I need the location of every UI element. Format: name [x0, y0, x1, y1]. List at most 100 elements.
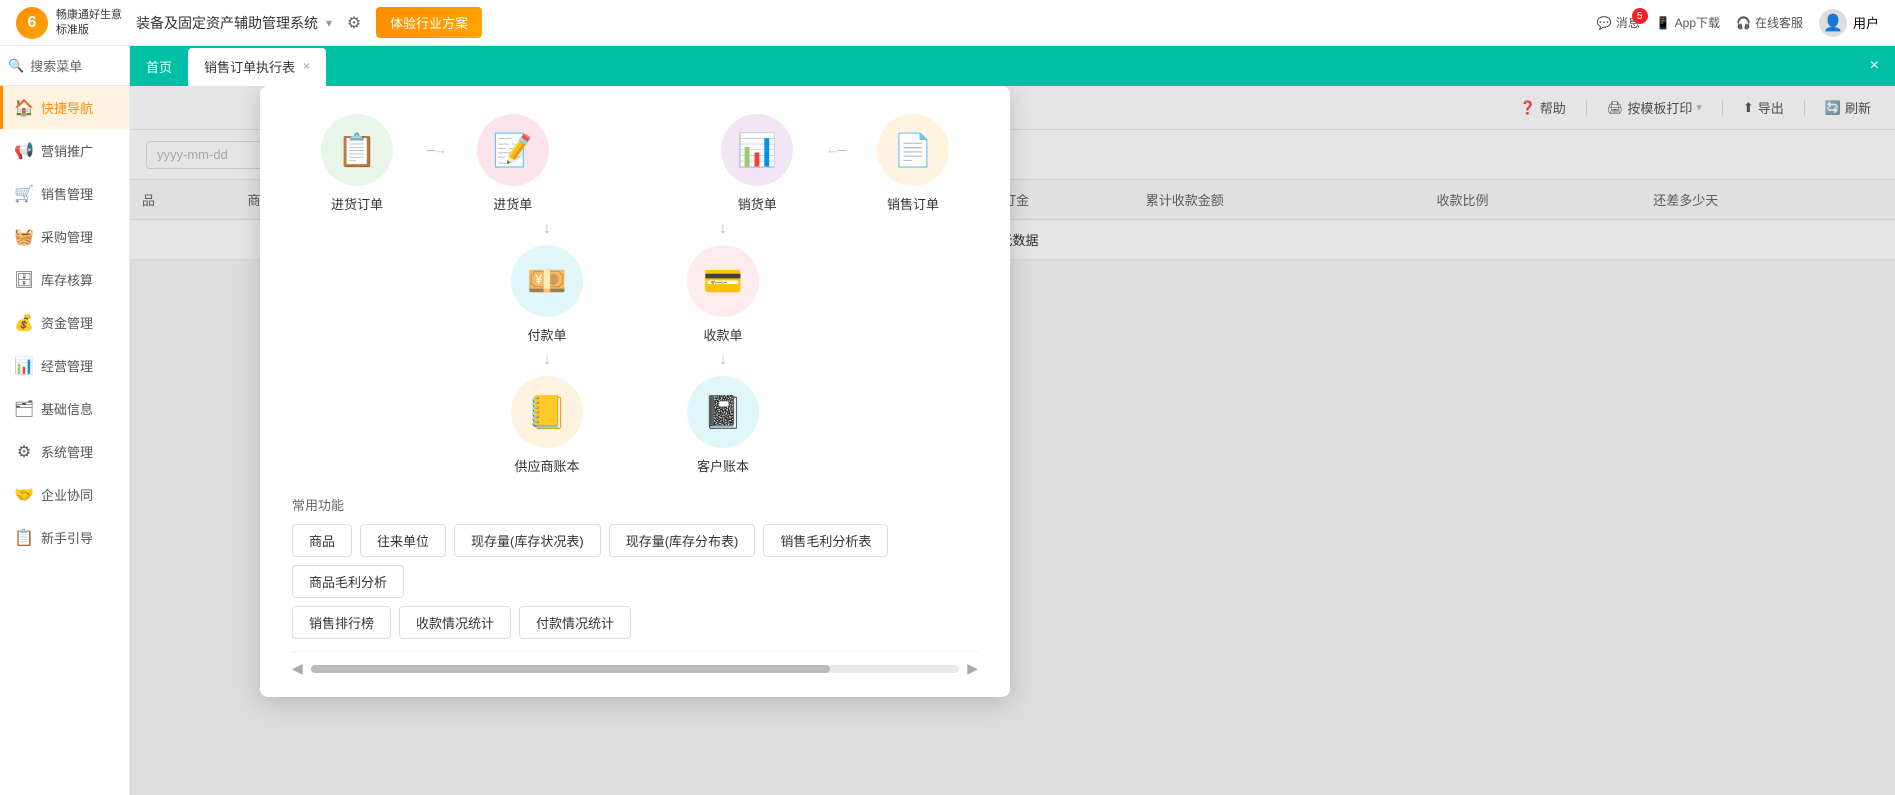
sidebar-label-operations: 经营管理: [41, 356, 93, 375]
sidebar-label-system: 系统管理: [41, 442, 93, 461]
flow-node-purchase-order[interactable]: 📋 进货订单: [292, 114, 422, 213]
user-area[interactable]: 👤 用户: [1819, 9, 1879, 37]
sidebar-item-newbie[interactable]: 📋 新手引导: [0, 516, 129, 559]
sidebar-item-purchase[interactable]: 🧺 采购管理: [0, 215, 129, 258]
common-buttons-row2: 销售排行榜 收款情况统计 付款情况统计: [292, 606, 978, 639]
sidebar-label-inventory: 库存核算: [41, 270, 93, 289]
flow-section: 📋 进货订单 - - - - →: [292, 114, 978, 475]
finance-icon: 💰: [15, 314, 33, 332]
sidebar-item-system[interactable]: ⚙ 系统管理: [0, 430, 129, 473]
scroll-left[interactable]: ◀: [292, 660, 303, 677]
header-right: 💬 消息 5 📱 App下载 🎧 在线客服 👤 用户: [1597, 9, 1879, 37]
content-panel: 首页 销售订单执行表 × × ❓ 帮助: [130, 46, 1895, 795]
page-content: ❓ 帮助 🖨 按模板打印 ▾ ⬆ 导出: [130, 86, 1895, 795]
online-service-button[interactable]: 🎧 在线客服: [1736, 14, 1803, 31]
sidebar-label-quick-guide: 快捷导航: [41, 98, 93, 117]
sidebar-item-operations[interactable]: 📊 经营管理: [0, 344, 129, 387]
sidebar-item-sales[interactable]: 🛒 销售管理: [0, 172, 129, 215]
newbie-icon: 📋: [15, 529, 33, 547]
basic-icon: 🗂: [15, 400, 33, 418]
message-button[interactable]: 💬 消息 5: [1597, 14, 1640, 31]
search-icon: 🔍: [8, 58, 24, 74]
title-dropdown-icon[interactable]: ▾: [326, 16, 332, 30]
sales-bill-icon: 📊: [721, 114, 793, 186]
marketing-icon: 📢: [15, 142, 33, 160]
logo-text: 畅康通好生意 标准版: [56, 8, 122, 37]
sidebar-item-finance[interactable]: 💰 资金管理: [0, 301, 129, 344]
arrow-pb-down: ↓: [482, 213, 612, 245]
tab-home[interactable]: 首页: [130, 46, 188, 86]
sidebar-item-enterprise[interactable]: 🤝 企业协同: [0, 473, 129, 516]
receipt-icon: 💳: [687, 245, 759, 317]
btn-sales-rank[interactable]: 销售排行榜: [292, 606, 391, 639]
purchase-order-label: 进货订单: [331, 194, 383, 213]
flow-node-customer-account[interactable]: 📓 客户账本: [658, 376, 788, 475]
arrow-pay-down: ↓: [482, 344, 612, 376]
message-badge: 5: [1632, 8, 1648, 24]
system-title: 装备及固定资产辅助管理系统: [136, 13, 318, 33]
avatar: 👤: [1819, 9, 1847, 37]
btn-receipt-stats[interactable]: 收款情况统计: [399, 606, 511, 639]
quick-nav-popup: 📋 进货订单 - - - - →: [260, 86, 1010, 697]
flow-node-supplier-account[interactable]: 📒 供应商账本: [482, 376, 612, 475]
app-download-button[interactable]: 📱 App下载: [1656, 14, 1720, 31]
flow-node-receipt[interactable]: 💳 收款单: [658, 245, 788, 344]
btn-payment-stats[interactable]: 付款情况统计: [519, 606, 631, 639]
flow-row-arrows: ↓ ↓: [292, 213, 978, 245]
flow-row-3: 📒 供应商账本 📓 客户账本: [292, 376, 978, 475]
trial-button[interactable]: 体验行业方案: [376, 7, 482, 38]
enterprise-icon: 🤝: [15, 486, 33, 504]
sidebar-label-enterprise: 企业协同: [41, 485, 93, 504]
sidebar-item-inventory[interactable]: 🗄 库存核算: [0, 258, 129, 301]
btn-counterpart[interactable]: 往来单位: [360, 524, 446, 557]
settings-button[interactable]: ⚙: [340, 9, 368, 37]
supplier-account-icon: 📒: [511, 376, 583, 448]
btn-inventory-status[interactable]: 现存量(库存状况表): [454, 524, 601, 557]
sidebar-label-marketing: 营销推广: [41, 141, 93, 160]
payment-icon: 💴: [511, 245, 583, 317]
sidebar-item-marketing[interactable]: 📢 营销推广: [0, 129, 129, 172]
tab-close-icon[interactable]: ×: [303, 59, 310, 73]
sales-order-icon: 📄: [877, 114, 949, 186]
flow-node-sales-order[interactable]: 📄 销售订单: [848, 114, 978, 213]
receipt-label: 收款单: [703, 325, 742, 344]
sidebar-item-quick-guide[interactable]: 🏠 快捷导航: [0, 86, 129, 129]
close-all-button[interactable]: ×: [1870, 57, 1879, 74]
customer-account-label: 客户账本: [697, 456, 749, 475]
flow-node-sales-bill[interactable]: 📊 销货单: [692, 114, 822, 213]
btn-product-margin[interactable]: 商品毛利分析: [292, 565, 404, 598]
user-name: 用户: [1853, 13, 1879, 32]
flow-node-payment[interactable]: 💴 付款单: [482, 245, 612, 344]
payment-label: 付款单: [527, 325, 566, 344]
sidebar-label-newbie: 新手引导: [41, 528, 93, 547]
popup-overlay[interactable]: 📋 进货订单 - - - - →: [130, 86, 1895, 795]
sidebar-item-basic[interactable]: 🗂 基础信息: [0, 387, 129, 430]
common-section: 常用功能 商品 往来单位 现存量(库存状况表) 现存量(库存分布表) 销售毛利分…: [292, 495, 978, 639]
btn-product[interactable]: 商品: [292, 524, 352, 557]
search-menu[interactable]: 🔍 搜索菜单: [0, 46, 129, 86]
btn-sales-margin[interactable]: 销售毛利分析表: [763, 524, 888, 557]
sales-icon: 🛒: [15, 185, 33, 203]
scroll-right[interactable]: ▶: [967, 660, 978, 677]
sidebar-nav: 🏠 快捷导航 📢 营销推广 🛒 销售管理 🧺 采购管理 🗄 库存核: [0, 86, 129, 795]
supplier-account-label: 供应商账本: [514, 456, 579, 475]
customer-account-icon: 📓: [687, 376, 759, 448]
tab-sales-order[interactable]: 销售订单执行表 ×: [188, 48, 326, 88]
tab-bar: 首页 销售订单执行表 × ×: [130, 46, 1895, 86]
sales-order-label: 销售订单: [887, 194, 939, 213]
common-buttons-row1: 商品 往来单位 现存量(库存状况表) 现存量(库存分布表) 销售毛利分析表 商品…: [292, 524, 978, 598]
system-title-area: 装备及固定资产辅助管理系统 ▾ ⚙ 体验行业方案: [136, 7, 1597, 38]
scroll-track: [311, 665, 959, 673]
logo-area: 6 畅康通好生意 标准版: [16, 7, 136, 39]
home-icon: 🏠: [15, 99, 33, 117]
common-title: 常用功能: [292, 495, 978, 514]
purchase-bill-label: 进货单: [493, 194, 532, 213]
arrow-rec-down: ↓: [658, 344, 788, 376]
btn-inventory-dist[interactable]: 现存量(库存分布表): [609, 524, 756, 557]
sidebar-label-purchase: 采购管理: [41, 227, 93, 246]
sidebar-label-sales: 销售管理: [41, 184, 93, 203]
logo-icon: 6: [16, 7, 48, 39]
scroll-thumb: [311, 665, 830, 673]
flow-node-purchase-bill[interactable]: 📝 进货单: [448, 114, 578, 213]
sales-bill-label: 销货单: [738, 194, 777, 213]
